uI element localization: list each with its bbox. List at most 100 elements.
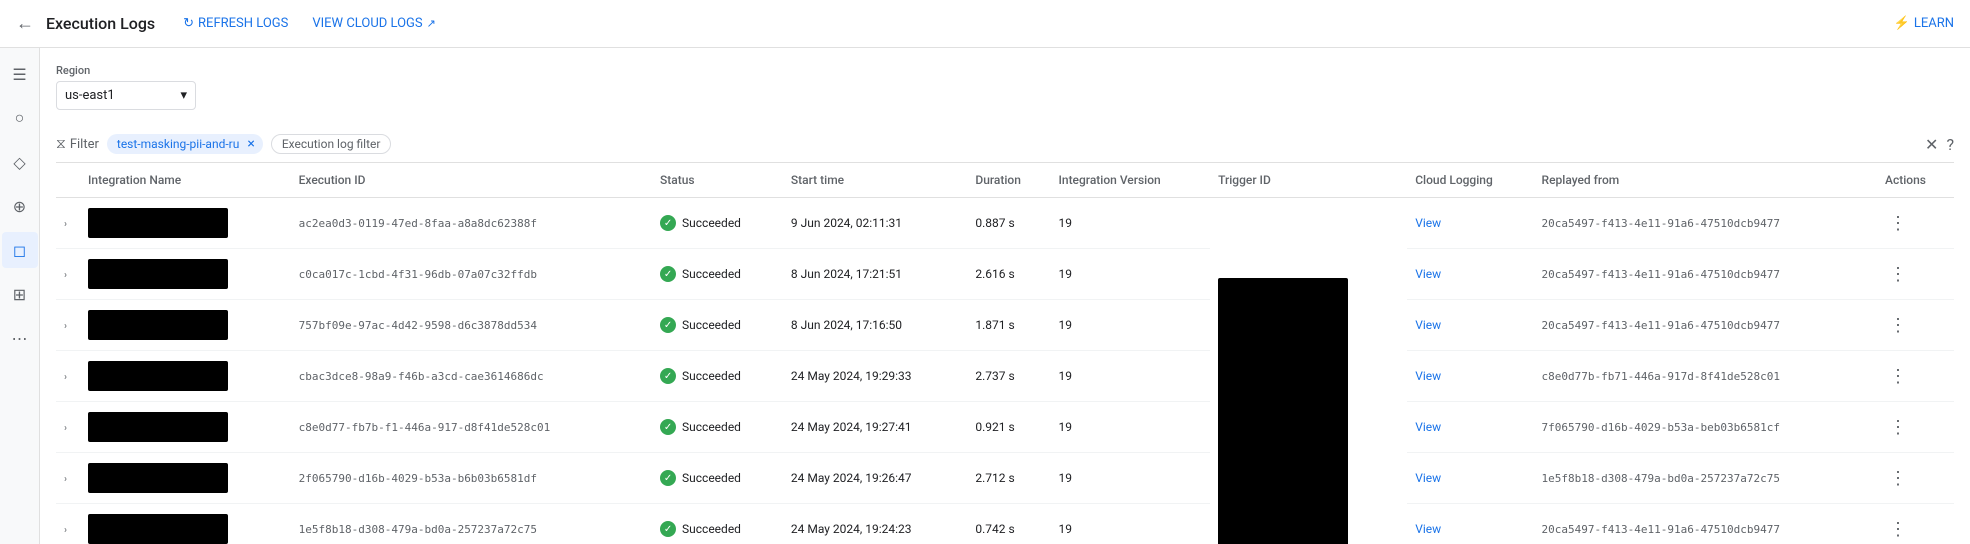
expand-cell[interactable]: › xyxy=(56,504,80,544)
learn-icon: ⚡ xyxy=(1894,16,1910,31)
view-log-link[interactable]: View xyxy=(1415,522,1441,536)
col-start-time: Start time xyxy=(783,163,967,198)
start-time-cell: 24 May 2024, 19:27:41 xyxy=(783,402,967,453)
expand-cell[interactable]: › xyxy=(56,453,80,504)
integration-name-redacted xyxy=(88,259,228,289)
sidebar-icon-circle[interactable]: ○ xyxy=(2,100,38,136)
filter-bar: ⧖ Filter test-masking-pii-and-ru × Execu… xyxy=(56,126,1954,163)
execution-table: Integration Name Execution ID Status Sta… xyxy=(56,163,1954,544)
expand-icon[interactable]: › xyxy=(64,525,67,536)
filter-chip2-text: Execution log filter xyxy=(282,137,381,151)
view-log-link[interactable]: View xyxy=(1415,267,1441,281)
duration-cell: 2.616 s xyxy=(967,249,1050,300)
row-more-actions-button[interactable]: ⋮ xyxy=(1885,364,1911,389)
close-filter-button[interactable]: ✕ xyxy=(1925,135,1938,154)
actions-cell: ⋮ xyxy=(1877,198,1954,249)
table-row: › cbac3dce8-98a9-f46b-a3cd-cae3614686dc … xyxy=(56,351,1954,402)
row-more-actions-button[interactable]: ⋮ xyxy=(1885,466,1911,491)
duration-cell: 0.921 s xyxy=(967,402,1050,453)
execution-id-cell: ac2ea0d3-0119-47ed-8faa-a8a8dc62388f xyxy=(291,198,652,249)
execution-id-cell: 1e5f8b18-d308-479a-bd0a-257237a72c75 xyxy=(291,504,652,544)
expand-cell[interactable]: › xyxy=(56,402,80,453)
trigger-id-cell xyxy=(1210,198,1407,544)
table-header-row: Integration Name Execution ID Status Sta… xyxy=(56,163,1954,198)
learn-button[interactable]: ⚡ LEARN xyxy=(1894,16,1954,31)
actions-cell: ⋮ xyxy=(1877,504,1954,544)
expand-cell[interactable]: › xyxy=(56,249,80,300)
view-log-link[interactable]: View xyxy=(1415,216,1441,230)
integration-name-cell xyxy=(80,249,291,300)
chevron-down-icon: ▾ xyxy=(180,88,187,103)
actions-cell: ⋮ xyxy=(1877,453,1954,504)
expand-icon[interactable]: › xyxy=(64,474,67,485)
table-row: › 2f065790-d16b-4029-b53a-b6b03b6581df ✓… xyxy=(56,453,1954,504)
duration-cell: 0.887 s xyxy=(967,198,1050,249)
sidebar-icon-square[interactable]: ◻ xyxy=(2,232,38,268)
version-cell: 19 xyxy=(1050,300,1210,351)
sidebar-icon-menu[interactable]: ☰ xyxy=(2,56,38,92)
expand-icon[interactable]: › xyxy=(64,423,67,434)
expand-icon[interactable]: › xyxy=(64,219,67,230)
integration-name-cell xyxy=(80,300,291,351)
table-row: › ac2ea0d3-0119-47ed-8faa-a8a8dc62388f ✓… xyxy=(56,198,1954,249)
start-time-cell: 9 Jun 2024, 02:11:31 xyxy=(783,198,967,249)
row-more-actions-button[interactable]: ⋮ xyxy=(1885,313,1911,338)
col-integration-name: Integration Name xyxy=(80,163,291,198)
expand-icon[interactable]: › xyxy=(64,321,67,332)
duration-cell: 2.712 s xyxy=(967,453,1050,504)
expand-cell[interactable]: › xyxy=(56,198,80,249)
help-icon[interactable]: ? xyxy=(1946,135,1954,154)
row-more-actions-button[interactable]: ⋮ xyxy=(1885,211,1911,236)
view-cloud-logs-button[interactable]: VIEW CLOUD LOGS ↗ xyxy=(312,16,435,31)
actions-cell: ⋮ xyxy=(1877,249,1954,300)
expand-icon[interactable]: › xyxy=(64,372,67,383)
cloud-logging-cell: View xyxy=(1407,504,1533,544)
duration-cell: 2.737 s xyxy=(967,351,1050,402)
expand-cell[interactable]: › xyxy=(56,300,80,351)
sidebar-icon-plus[interactable]: ⊕ xyxy=(2,188,38,224)
table-row: › c0ca017c-1cbd-4f31-96db-07a07c32ffdb ✓… xyxy=(56,249,1954,300)
view-log-link[interactable]: View xyxy=(1415,471,1441,485)
filter-chip-integration[interactable]: test-masking-pii-and-ru × xyxy=(107,134,263,154)
table-row: › 1e5f8b18-d308-479a-bd0a-257237a72c75 ✓… xyxy=(56,504,1954,544)
refresh-icon: ↻ xyxy=(183,16,194,31)
view-log-link[interactable]: View xyxy=(1415,420,1441,434)
filter-chip1-close[interactable]: × xyxy=(247,136,254,152)
cloud-logging-cell: View xyxy=(1407,351,1533,402)
filter-text: Filter xyxy=(70,137,99,152)
cloud-logging-cell: View xyxy=(1407,402,1533,453)
refresh-logs-button[interactable]: ↻ REFRESH LOGS xyxy=(183,16,288,31)
row-more-actions-button[interactable]: ⋮ xyxy=(1885,517,1911,542)
filter-label: ⧖ Filter xyxy=(56,136,99,152)
sidebar-icon-diamond[interactable]: ◇ xyxy=(2,144,38,180)
filter-chip-execution-log[interactable]: Execution log filter xyxy=(271,134,392,154)
status-cell: ✓ Succeeded xyxy=(652,351,783,402)
status-success-icon: ✓ xyxy=(660,317,676,333)
row-more-actions-button[interactable]: ⋮ xyxy=(1885,415,1911,440)
expand-icon[interactable]: › xyxy=(64,270,67,281)
col-status: Status xyxy=(652,163,783,198)
duration-cell: 1.871 s xyxy=(967,300,1050,351)
execution-id-cell: cbac3dce8-98a9-f46b-a3cd-cae3614686dc xyxy=(291,351,652,402)
duration-cell: 0.742 s xyxy=(967,504,1050,544)
col-actions: Actions xyxy=(1877,163,1954,198)
expand-cell[interactable]: › xyxy=(56,351,80,402)
view-log-link[interactable]: View xyxy=(1415,318,1441,332)
replayed-from-cell: c8e0d77b-fb71-446a-917d-8f41de528c01 xyxy=(1534,351,1878,402)
execution-id-cell: 757bf09e-97ac-4d42-9598-d6c3878dd534 xyxy=(291,300,652,351)
region-value: us-east1 xyxy=(65,88,115,103)
col-replayed-from: Replayed from xyxy=(1534,163,1878,198)
start-time-cell: 24 May 2024, 19:24:23 xyxy=(783,504,967,544)
region-select[interactable]: us-east1 ▾ xyxy=(56,81,196,110)
integration-name-redacted xyxy=(88,514,228,544)
sidebar-icon-more[interactable]: ⋯ xyxy=(2,320,38,356)
status-text: Succeeded xyxy=(682,471,741,485)
integration-name-redacted xyxy=(88,310,228,340)
execution-id-cell: 2f065790-d16b-4029-b53a-b6b03b6581df xyxy=(291,453,652,504)
row-more-actions-button[interactable]: ⋮ xyxy=(1885,262,1911,287)
back-button[interactable]: ← xyxy=(16,13,34,34)
actions-cell: ⋮ xyxy=(1877,300,1954,351)
view-log-link[interactable]: View xyxy=(1415,369,1441,383)
integration-name-cell xyxy=(80,198,291,249)
sidebar-icon-grid[interactable]: ⊞ xyxy=(2,276,38,312)
